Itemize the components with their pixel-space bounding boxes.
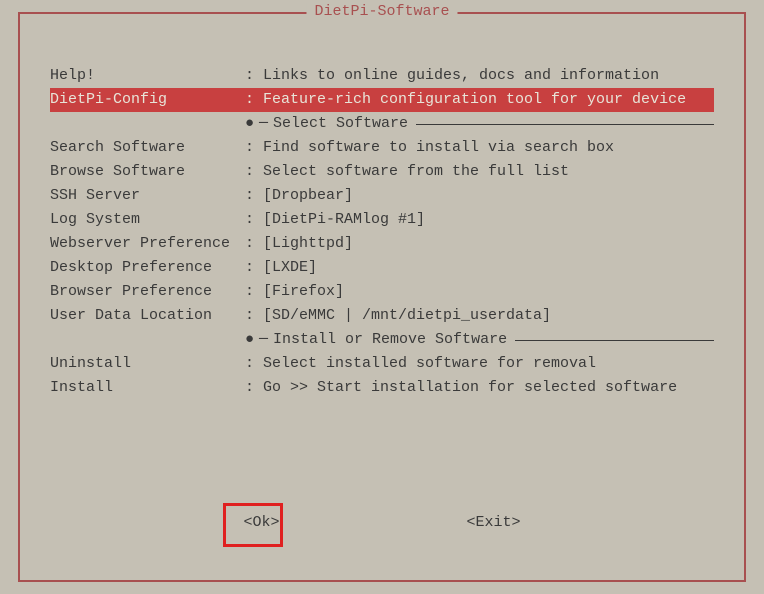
window-title: DietPi-Software: [306, 3, 457, 20]
menu-label: Browser Preference: [50, 280, 245, 304]
menu-label: DietPi-Config: [50, 88, 245, 112]
menu-desc: :Select software from the full list: [245, 160, 569, 184]
menu-item-help[interactable]: Help! :Links to online guides, docs and …: [50, 64, 714, 88]
section-divider-install-remove: ●─Install or Remove Software: [50, 328, 714, 352]
menu-label: Install: [50, 376, 245, 400]
menu-item-user-data-location[interactable]: User Data Location :[SD/eMMC | /mnt/diet…: [50, 304, 714, 328]
dialog-window: DietPi-Software Help! :Links to online g…: [18, 12, 746, 582]
menu-item-uninstall[interactable]: Uninstall :Select installed software for…: [50, 352, 714, 376]
menu-desc: :Links to online guides, docs and inform…: [245, 64, 659, 88]
menu-desc: :[DietPi-RAMlog #1]: [245, 208, 425, 232]
menu-desc: :Go >> Start installation for selected s…: [245, 376, 677, 400]
menu-label: Help!: [50, 64, 245, 88]
menu-item-install[interactable]: Install :Go >> Start installation for se…: [50, 376, 714, 400]
menu-label: Webserver Preference: [50, 232, 245, 256]
section-divider-select-software: ●─Select Software: [50, 112, 714, 136]
menu-desc: :[SD/eMMC | /mnt/dietpi_userdata]: [245, 304, 551, 328]
menu-desc: :Find software to install via search box: [245, 136, 614, 160]
menu-label: Desktop Preference: [50, 256, 245, 280]
menu-desc: :Select installed software for removal: [245, 352, 596, 376]
menu-item-browse-software[interactable]: Browse Software :Select software from th…: [50, 160, 714, 184]
menu-desc: :[Lighttpd]: [245, 232, 353, 256]
menu-label: User Data Location: [50, 304, 245, 328]
menu-label: SSH Server: [50, 184, 245, 208]
menu-label: Uninstall: [50, 352, 245, 376]
ok-button[interactable]: <Ok>: [233, 510, 289, 535]
menu-item-browser-preference[interactable]: Browser Preference :[Firefox]: [50, 280, 714, 304]
menu-item-dietpi-config[interactable]: DietPi-Config :Feature-rich configuratio…: [50, 88, 714, 112]
menu-label: Search Software: [50, 136, 245, 160]
menu-label: Browse Software: [50, 160, 245, 184]
menu-content: Help! :Links to online guides, docs and …: [20, 14, 744, 420]
menu-item-desktop-preference[interactable]: Desktop Preference :[LXDE]: [50, 256, 714, 280]
menu-label: Log System: [50, 208, 245, 232]
menu-desc: :Feature-rich configuration tool for you…: [245, 88, 686, 112]
menu-item-webserver-preference[interactable]: Webserver Preference :[Lighttpd]: [50, 232, 714, 256]
menu-desc: :[LXDE]: [245, 256, 317, 280]
menu-desc: :[Dropbear]: [245, 184, 353, 208]
menu-item-log-system[interactable]: Log System :[DietPi-RAMlog #1]: [50, 208, 714, 232]
button-row: <Ok> <Exit>: [20, 510, 744, 535]
menu-item-ssh-server[interactable]: SSH Server :[Dropbear]: [50, 184, 714, 208]
menu-item-search-software[interactable]: Search Software :Find software to instal…: [50, 136, 714, 160]
menu-desc: :[Firefox]: [245, 280, 344, 304]
exit-button[interactable]: <Exit>: [456, 510, 530, 535]
